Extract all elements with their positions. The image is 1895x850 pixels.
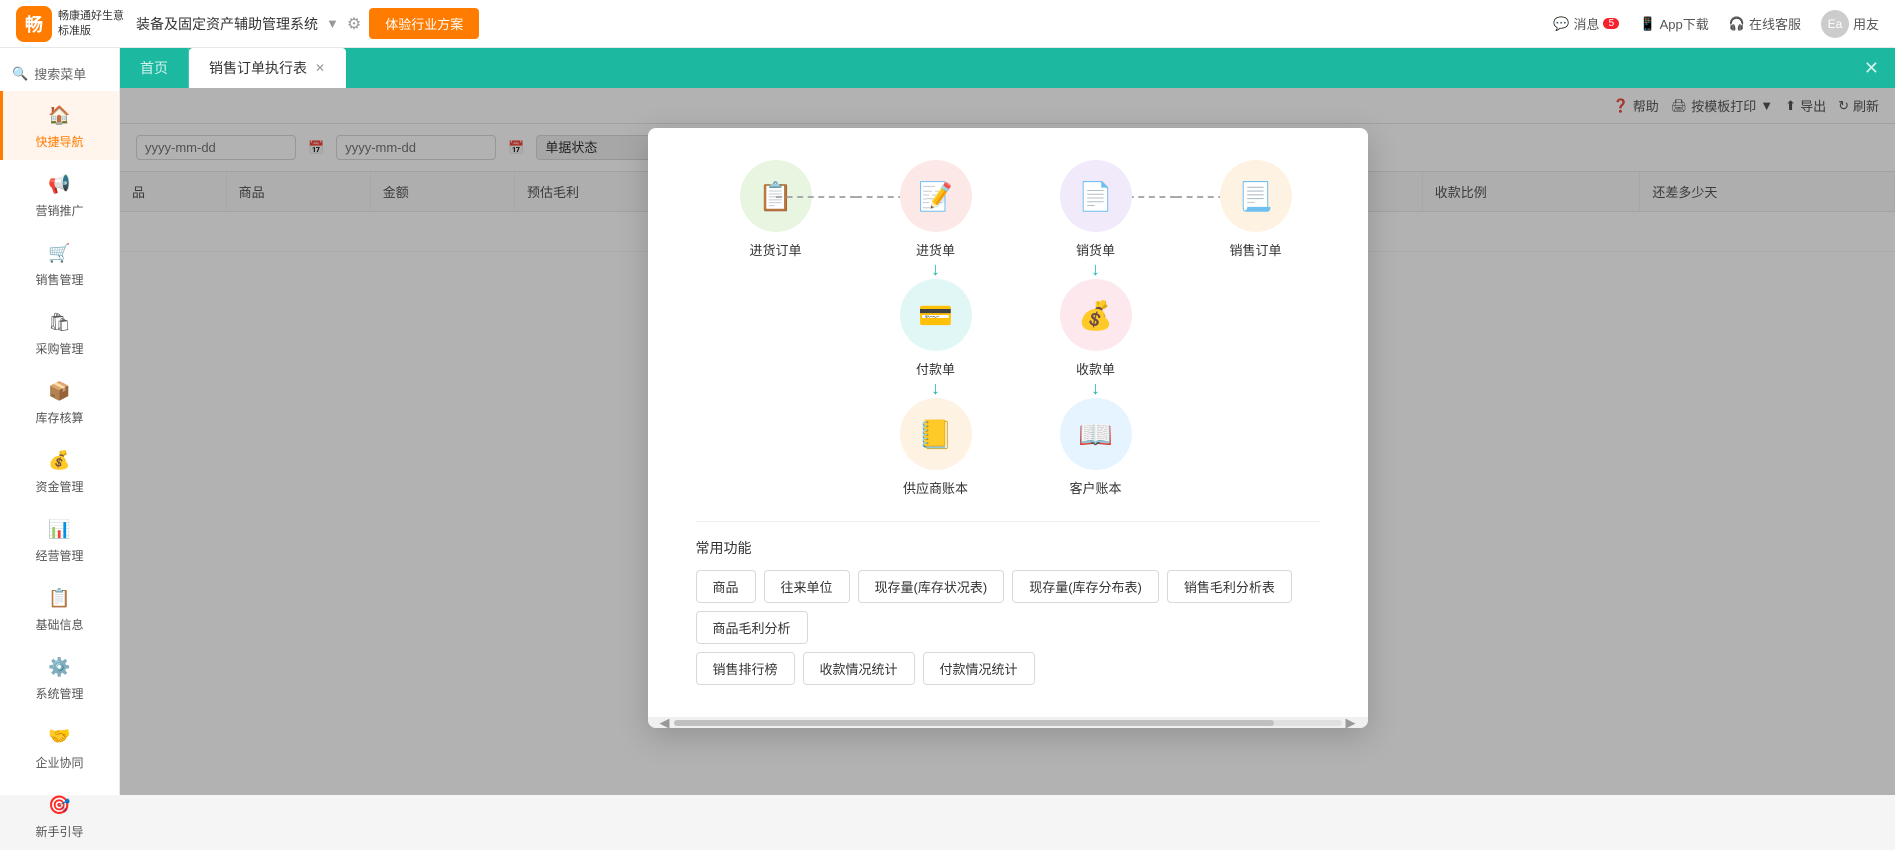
scrollbar-thumb[interactable] <box>674 720 1274 726</box>
gear-icon[interactable]: ⚙ <box>347 14 361 34</box>
sidebar-item-system[interactable]: ⚙️ 系统管理 <box>0 643 119 712</box>
arrow-down-3: ↓ <box>856 378 1016 398</box>
func-btn-goods[interactable]: 商品 <box>696 570 756 603</box>
finance-icon: 💰 <box>46 446 74 474</box>
func-btn-partner[interactable]: 往来单位 <box>764 570 850 603</box>
user-item[interactable]: Ea 用友 <box>1821 10 1879 38</box>
top-right-area: 💬 消息 5 📱 App下载 🎧 在线客服 Ea 用友 <box>1553 10 1879 38</box>
sales-icon: 🛒 <box>46 239 74 267</box>
func-btn-stock-status[interactable]: 现存量(库存状况表) <box>858 570 1005 603</box>
sales-bill-node[interactable]: 📄 销货单 <box>1016 160 1176 259</box>
home-icon: 🏠 <box>46 101 74 129</box>
customer-ledger-circle: 📖 <box>1060 398 1132 470</box>
purchase-bill-node[interactable]: 📝 进货单 <box>856 160 1016 259</box>
system-icon: ⚙️ <box>46 653 74 681</box>
system-title: 装备及固定资产辅助管理系统 ▼ ⚙ 体验行业方案 <box>136 8 1553 39</box>
scroll-right-icon[interactable]: ▶ <box>1342 715 1360 728</box>
arrow-down-2: ↓ <box>1016 259 1176 279</box>
app-download-item[interactable]: 📱 App下载 <box>1639 14 1708 33</box>
message-badge: 5 <box>1603 18 1619 29</box>
common-functions-title: 常用功能 <box>696 538 1320 558</box>
supplier-ledger-circle: 📒 <box>900 398 972 470</box>
func-btn-payment-stats[interactable]: 付款情况统计 <box>923 652 1035 685</box>
page-body: ❓ 帮助 🖨 按模板打印 ▼ ⬆ 导出 ↻ 刷新 <box>120 88 1895 795</box>
payment-circle: 💳 <box>900 279 972 351</box>
purchase-icon: 🛍 <box>46 308 74 336</box>
marketing-icon: 📢 <box>46 170 74 198</box>
service-icon: 🎧 <box>1729 16 1745 32</box>
sidebar-item-basic-info[interactable]: 📋 基础信息 <box>0 574 119 643</box>
common-functions: 常用功能 商品 往来单位 现存量(库存状况表) 现存量(库存分布表) 销售毛利分… <box>696 521 1320 685</box>
sidebar-item-inventory[interactable]: 📦 库存核算 <box>0 367 119 436</box>
receipt-circle: 💰 <box>1060 279 1132 351</box>
modal-overlay[interactable]: 📋 进货订单 📝 进货单 <box>120 88 1895 795</box>
customer-ledger-node[interactable]: 📖 客户账本 <box>1016 398 1176 497</box>
logo-area: 畅 畅康通好生意 标准版 <box>16 6 136 42</box>
operations-icon: 📊 <box>46 515 74 543</box>
scroll-left-icon[interactable]: ◀ <box>656 715 674 728</box>
func-btn-goods-profit[interactable]: 商品毛利分析 <box>696 611 808 644</box>
tabs-bar: 首页 销售订单执行表 ✕ ✕ <box>120 48 1895 88</box>
receipt-node[interactable]: 💰 收款单 <box>1016 279 1176 378</box>
avatar: Ea <box>1821 10 1849 38</box>
payment-node[interactable]: 💳 付款单 <box>856 279 1016 378</box>
logo-text: 畅康通好生意 标准版 <box>58 9 124 38</box>
func-btn-sales-profit[interactable]: 销售毛利分析表 <box>1167 570 1292 603</box>
inventory-icon: 📦 <box>46 377 74 405</box>
modal: 📋 进货订单 📝 进货单 <box>648 128 1368 728</box>
func-buttons-row2: 销售排行榜 收款情况统计 付款情况统计 <box>696 652 1320 685</box>
app-icon: 📱 <box>1639 16 1655 32</box>
logo-icon: 畅 <box>16 6 52 42</box>
main-content: 首页 销售订单执行表 ✕ ✕ ❓ 帮助 🖨 按模板打印 <box>120 48 1895 795</box>
sidebar-item-purchase[interactable]: 🛍 采购管理 <box>0 298 119 367</box>
sales-order-node[interactable]: 📃 销售订单 <box>1176 160 1336 259</box>
sales-bill-circle: 📄 <box>1060 160 1132 232</box>
arrow-down-1: ↓ <box>856 259 1016 279</box>
search-menu[interactable]: 🔍 搜索菜单 <box>0 56 119 91</box>
sidebar-item-finance[interactable]: 💰 资金管理 <box>0 436 119 505</box>
message-item[interactable]: 💬 消息 5 <box>1553 14 1619 33</box>
modal-scrollbar: ◀ ▶ <box>648 717 1368 728</box>
trial-button[interactable]: 体验行业方案 <box>369 8 479 39</box>
online-service-item[interactable]: 🎧 在线客服 <box>1729 14 1801 33</box>
func-btn-receipt-stats[interactable]: 收款情况统计 <box>803 652 915 685</box>
layout: 🔍 搜索菜单 🏠 快捷导航 📢 营销推广 🛒 销售管理 🛍 采购管理 📦 库存核… <box>0 48 1895 795</box>
system-name: 装备及固定资产辅助管理系统 <box>136 14 318 34</box>
modal-body: 📋 进货订单 📝 进货单 <box>648 128 1368 717</box>
dropdown-arrow-icon[interactable]: ▼ <box>326 16 339 31</box>
sidebar-item-marketing[interactable]: 📢 营销推广 <box>0 160 119 229</box>
func-btn-sales-rank[interactable]: 销售排行榜 <box>696 652 795 685</box>
sidebar-item-sales[interactable]: 🛒 销售管理 <box>0 229 119 298</box>
enterprise-icon: 🤝 <box>46 722 74 750</box>
func-btn-stock-dist[interactable]: 现存量(库存分布表) <box>1012 570 1159 603</box>
flow-diagram: 📋 进货订单 📝 进货单 <box>696 160 1320 497</box>
arrow-down-4: ↓ <box>1016 378 1176 398</box>
sidebar-label: 快捷导航 <box>35 133 83 150</box>
tab-sales-exec[interactable]: 销售订单执行表 ✕ <box>189 48 346 88</box>
scrollbar-track[interactable] <box>674 720 1342 726</box>
sidebar-item-operations[interactable]: 📊 经营管理 <box>0 505 119 574</box>
tab-close-all-icon[interactable]: ✕ <box>1848 58 1895 79</box>
func-buttons-row1: 商品 往来单位 现存量(库存状况表) 现存量(库存分布表) 销售毛利分析表 商品… <box>696 570 1320 644</box>
purchase-order-node[interactable]: 📋 进货订单 <box>696 160 856 259</box>
search-icon: 🔍 <box>12 66 28 82</box>
message-icon: 💬 <box>1553 16 1569 32</box>
sidebar-item-guide[interactable]: 🎯 新手引导 <box>0 781 119 850</box>
guide-icon: 🎯 <box>46 791 74 819</box>
sidebar-item-enterprise[interactable]: 🤝 企业协同 <box>0 712 119 781</box>
sidebar-item-quick-nav[interactable]: 🏠 快捷导航 <box>0 91 119 160</box>
tab-home[interactable]: 首页 <box>120 48 189 88</box>
sales-order-circle: 📃 <box>1220 160 1292 232</box>
sidebar: 🔍 搜索菜单 🏠 快捷导航 📢 营销推广 🛒 销售管理 🛍 采购管理 📦 库存核… <box>0 48 120 795</box>
tab-close-icon[interactable]: ✕ <box>315 61 325 75</box>
supplier-ledger-node[interactable]: 📒 供应商账本 <box>856 398 1016 497</box>
top-bar: 畅 畅康通好生意 标准版 装备及固定资产辅助管理系统 ▼ ⚙ 体验行业方案 💬 … <box>0 0 1895 48</box>
basic-info-icon: 📋 <box>46 584 74 612</box>
purchase-bill-circle: 📝 <box>900 160 972 232</box>
